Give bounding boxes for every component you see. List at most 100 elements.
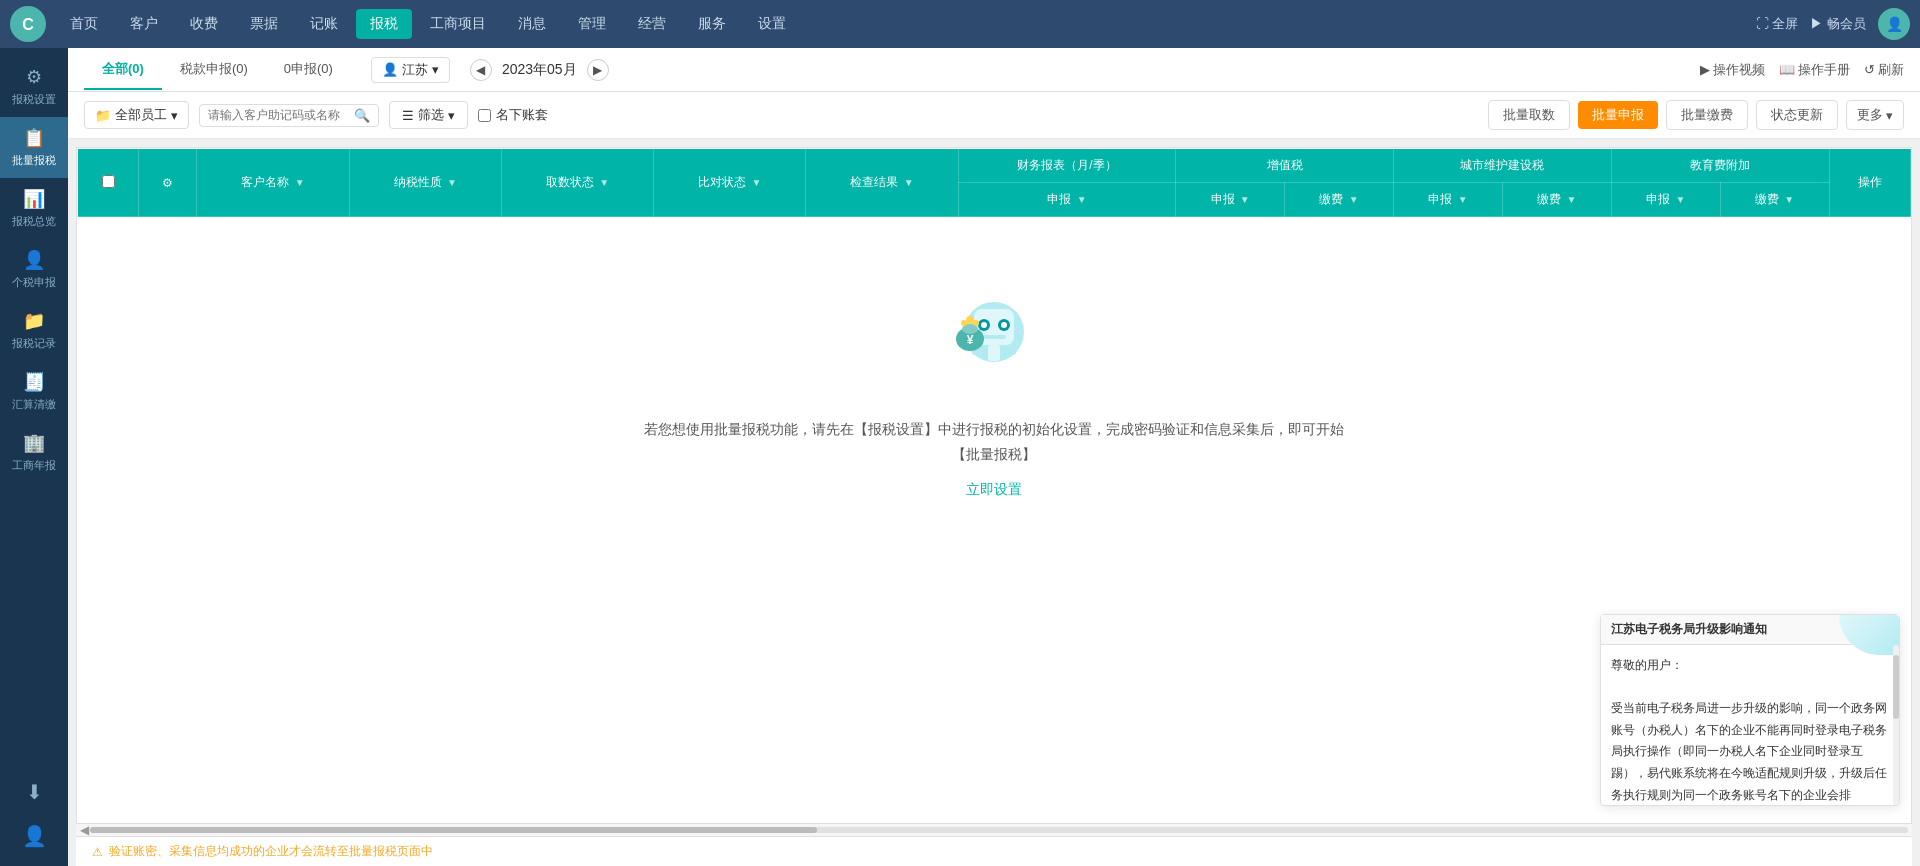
book-icon: 📖 xyxy=(1779,62,1795,77)
status-update-button[interactable]: 状态更新 xyxy=(1756,100,1838,130)
setup-link[interactable]: 立即设置 xyxy=(966,477,1022,502)
notification-panel: 江苏电子税务局升级影响通知 ✕ 尊敬的用户： 受当前电子税务局进一步升级的影响，… xyxy=(1600,614,1900,806)
horizontal-scrollbar[interactable]: ◀ xyxy=(76,824,1912,836)
date-display: 2023年05月 xyxy=(502,61,577,79)
select-all-checkbox[interactable] xyxy=(78,149,139,217)
tab-all[interactable]: 全部(0) xyxy=(84,50,162,90)
sort-icon[interactable]: ▼ xyxy=(1349,194,1359,205)
fullscreen-btn[interactable]: ⛶ 全屏 xyxy=(1756,15,1799,33)
chevron-down-icon: ▾ xyxy=(448,108,455,123)
scroll-track[interactable] xyxy=(90,827,1908,833)
edu-pay-header: 缴费 ▼ xyxy=(1720,183,1829,217)
sort-icon[interactable]: ▼ xyxy=(599,177,609,188)
batch-pay-button[interactable]: 批量缴费 xyxy=(1666,100,1748,130)
chevron-down-icon: ▾ xyxy=(171,108,178,123)
sidebar-item-label-tax-overview: 报税总览 xyxy=(12,214,56,229)
nav-management[interactable]: 管理 xyxy=(564,9,620,39)
member-btn[interactable]: ▶ 畅会员 xyxy=(1810,15,1866,33)
education-surcharge-group: 教育费附加 xyxy=(1611,149,1829,183)
sidebar-bottom: ⬇ 👤 xyxy=(14,772,55,866)
nav-fee[interactable]: 收费 xyxy=(176,9,232,39)
header-checkbox[interactable] xyxy=(102,175,115,188)
sidebar-item-batch-tax[interactable]: 📋 批量报税 xyxy=(0,117,68,178)
nav-invoice[interactable]: 票据 xyxy=(236,9,292,39)
nav-operations[interactable]: 经营 xyxy=(624,9,680,39)
chevron-down-icon: ▾ xyxy=(1886,108,1893,123)
batch-fetch-button[interactable]: 批量取数 xyxy=(1488,100,1570,130)
account-checkbox[interactable] xyxy=(478,109,491,122)
scroll-thumb xyxy=(90,827,817,833)
notification-body: 尊敬的用户： 受当前电子税务局进一步升级的影响，同一个政务网账号（办税人）名下的… xyxy=(1601,645,1899,805)
city-maintenance-group: 城市维护建设税 xyxy=(1393,149,1611,183)
tab-tax-declare[interactable]: 税款申报(0) xyxy=(162,50,266,90)
user-icon[interactable]: 👤 xyxy=(14,816,55,856)
operation-video-btn[interactable]: ▶ 操作视频 xyxy=(1700,61,1765,79)
filter-button[interactable]: ☰ 筛选 ▾ xyxy=(389,101,468,129)
sort-icon[interactable]: ▼ xyxy=(751,177,761,188)
employee-selector[interactable]: 📁 全部员工 ▾ xyxy=(84,101,189,129)
sort-icon[interactable]: ▼ xyxy=(1077,194,1087,205)
nav-client[interactable]: 客户 xyxy=(116,9,172,39)
empty-state: ¥ 若您想使用批量报税功能，请先在【报税设置】中进行报税的初始化设置，完成密码验… xyxy=(78,217,1911,563)
operation-manual-btn[interactable]: 📖 操作手册 xyxy=(1779,61,1850,79)
svg-point-17 xyxy=(973,320,979,326)
search-icon[interactable]: 🔍 xyxy=(354,108,370,123)
sidebar-item-annual-report[interactable]: 🏢 工商年报 xyxy=(0,422,68,483)
svg-text:¥: ¥ xyxy=(967,333,974,347)
search-input[interactable] xyxy=(208,108,354,122)
avatar[interactable]: 👤 xyxy=(1878,8,1910,40)
tab-zero-declare[interactable]: 0申报(0) xyxy=(266,50,351,90)
nav-messages[interactable]: 消息 xyxy=(504,9,560,39)
sort-icon[interactable]: ▼ xyxy=(447,177,457,188)
region-label: 江苏 xyxy=(402,61,428,79)
download-icon[interactable]: ⬇ xyxy=(18,772,51,812)
tax-records-icon: 📁 xyxy=(23,310,45,332)
nav-tax[interactable]: 报税 xyxy=(356,9,412,39)
tax-nature-header: 纳税性质 ▼ xyxy=(349,149,501,217)
nav-service[interactable]: 服务 xyxy=(684,9,740,39)
sort-icon[interactable]: ▼ xyxy=(1458,194,1468,205)
prev-date-btn[interactable]: ◀ xyxy=(470,59,492,81)
sort-icon[interactable]: ▼ xyxy=(1240,194,1250,205)
sort-icon[interactable]: ▼ xyxy=(904,177,914,188)
svg-point-15 xyxy=(961,320,967,326)
nav-business[interactable]: 工商项目 xyxy=(416,9,500,39)
next-date-btn[interactable]: ▶ xyxy=(587,59,609,81)
nav-bookkeeping[interactable]: 记账 xyxy=(296,9,352,39)
sort-icon[interactable]: ▼ xyxy=(1784,194,1794,205)
data-table: ⚙ 客户名称 ▼ 纳税性质 ▼ 取数状态 ▼ xyxy=(77,148,1911,563)
svg-text:C: C xyxy=(22,16,34,33)
sidebar-item-tax-settings[interactable]: ⚙ 报税设置 xyxy=(0,56,68,117)
sidebar-item-settlement[interactable]: 🧾 汇算清缴 xyxy=(0,361,68,422)
annual-report-icon: 🏢 xyxy=(23,432,45,454)
employee-icon: 📁 xyxy=(95,108,111,123)
checkbox-label[interactable]: 名下账套 xyxy=(478,106,548,124)
sidebar-item-tax-overview[interactable]: 📊 报税总览 xyxy=(0,178,68,239)
sidebar-item-personal-tax[interactable]: 👤 个税申报 xyxy=(0,239,68,300)
refresh-btn[interactable]: ↺ 刷新 xyxy=(1864,61,1904,79)
nav-settings[interactable]: 设置 xyxy=(744,9,800,39)
logo[interactable]: C xyxy=(10,6,46,42)
person-icon: 👤 xyxy=(382,62,398,77)
notification-text: 尊敬的用户： 受当前电子税务局进一步升级的影响，同一个政务网账号（办税人）名下的… xyxy=(1611,655,1889,805)
more-button[interactable]: 更多 ▾ xyxy=(1846,100,1904,130)
notification-scrollbar[interactable] xyxy=(1893,645,1899,805)
sidebar-item-label-tax-settings: 报税设置 xyxy=(12,92,56,107)
batch-tax-icon: 📋 xyxy=(23,127,45,149)
sort-icon[interactable]: ▼ xyxy=(295,177,305,188)
region-select[interactable]: 👤 江苏 ▾ xyxy=(371,57,450,83)
svg-point-7 xyxy=(1001,322,1007,328)
toolbar: 📁 全部员工 ▾ 🔍 ☰ 筛选 ▾ 名下账套 批量取数 批量申报 批量缴费 xyxy=(68,92,1920,139)
batch-report-button[interactable]: 批量申报 xyxy=(1578,101,1658,129)
sort-icon[interactable]: ▼ xyxy=(1675,194,1685,205)
sidebar-item-tax-records[interactable]: 📁 报税记录 xyxy=(0,300,68,361)
sidebar-item-label-settlement: 汇算清缴 xyxy=(12,397,56,412)
sort-icon[interactable]: ▼ xyxy=(1567,194,1577,205)
nav-home[interactable]: 首页 xyxy=(56,9,112,39)
settings-column-header[interactable]: ⚙ xyxy=(139,149,197,217)
tax-overview-icon: 📊 xyxy=(23,188,45,210)
vat-group: 增值税 xyxy=(1176,149,1394,183)
client-name-header: 客户名称 ▼ xyxy=(197,149,349,217)
settlement-icon: 🧾 xyxy=(23,371,45,393)
filter-icon: ☰ xyxy=(402,108,414,123)
